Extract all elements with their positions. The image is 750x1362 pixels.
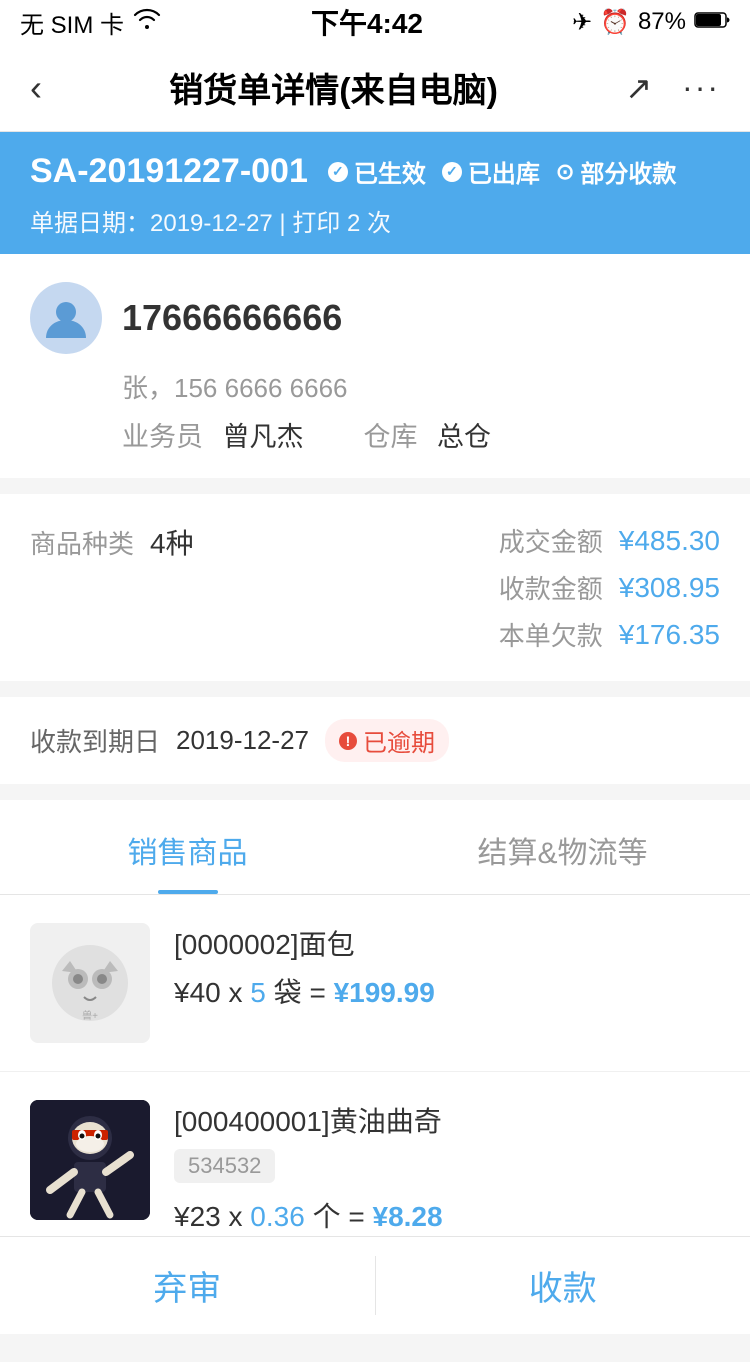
received-label: 收款金额 xyxy=(499,569,603,606)
back-button[interactable]: ‹ xyxy=(30,67,42,109)
sales-person-value: 曾凡杰 xyxy=(223,422,304,452)
stats-left: 商品种类 4种 xyxy=(30,522,194,566)
owed-value: ¥176.35 xyxy=(619,619,720,651)
header-banner: SA-20191227-001 ✓ 已生效 ✓ 已出库 ⊙ 部分收款 单据日期：… xyxy=(0,132,750,254)
tab-sales-label: 销售商品 xyxy=(128,837,248,870)
product-types-label: 商品种类 xyxy=(30,524,134,561)
product-2-qty: 0.36 xyxy=(250,1201,305,1232)
product-1-price: ¥40 x 5 袋 = ¥199.99 xyxy=(174,971,720,1011)
nav-bar: ‹ 销货单详情(来自电脑) ↗ ··· xyxy=(0,44,750,132)
product-2-price: ¥23 x 0.36 个 = ¥8.28 xyxy=(174,1195,720,1235)
product-1-total: ¥199.99 xyxy=(334,977,435,1008)
cancel-button[interactable]: 弃审 xyxy=(0,1237,375,1334)
bottom-bar: 弃审 收款 xyxy=(0,1236,750,1334)
order-id-row: SA-20191227-001 ✓ 已生效 ✓ 已出库 ⊙ 部分收款 xyxy=(30,152,720,191)
overdue-label: 已逾期 xyxy=(363,723,435,758)
section-divider xyxy=(0,784,750,800)
page-title: 销货单详情(来自电脑) xyxy=(169,63,498,112)
deal-amount-label: 成交金额 xyxy=(499,522,603,559)
tab-settlement-label: 结算&物流等 xyxy=(477,837,647,870)
cancel-label: 弃审 xyxy=(153,1261,221,1310)
received-value: ¥308.95 xyxy=(619,572,720,604)
status-right: ✈ ⏰ 87% xyxy=(572,8,730,37)
check-icon-2: ✓ xyxy=(442,162,462,182)
product-2-unit: 个 xyxy=(313,1201,341,1232)
svg-text:兽+: 兽+ xyxy=(82,1009,98,1022)
warehouse-label: 仓库 xyxy=(364,422,418,452)
location-icon: ✈ xyxy=(572,8,592,37)
product-types-value: 4种 xyxy=(150,522,194,562)
tab-settlement[interactable]: 结算&物流等 xyxy=(375,800,750,894)
customer-row: 17666666666 xyxy=(30,282,720,354)
share-icon[interactable]: ↗ xyxy=(625,69,652,107)
sim-status: 无 SIM 卡 xyxy=(20,5,124,40)
product-item: 兽+ [0000002]面包 ¥40 x 5 袋 = ¥199.99 xyxy=(0,895,750,1072)
warehouse-value: 总仓 xyxy=(437,422,491,452)
overdue-badge: ! 已逾期 xyxy=(325,719,449,762)
status-label-3: 部分收款 xyxy=(580,154,676,189)
deal-amount-value: ¥485.30 xyxy=(619,525,720,557)
tabs-section: 销售商品 结算&物流等 xyxy=(0,800,750,895)
battery-icon xyxy=(694,8,730,36)
product-1-unit: 袋 xyxy=(274,977,302,1008)
more-icon[interactable]: ··· xyxy=(682,69,720,106)
tab-sales[interactable]: 销售商品 xyxy=(0,800,375,894)
status-tags: ✓ 已生效 ✓ 已出库 ⊙ 部分收款 xyxy=(328,154,676,189)
warehouse-section: 仓库 总仓 xyxy=(364,415,492,454)
avatar xyxy=(30,282,102,354)
stats-right: 成交金额 ¥485.30 收款金额 ¥308.95 本单欠款 ¥176.35 xyxy=(499,522,720,653)
product-1-thumb: 兽+ xyxy=(30,923,150,1043)
customer-sub-info: 张，156 6666 6666 xyxy=(122,368,720,405)
status-bar: 无 SIM 卡 下午4:42 ✈ ⏰ 87% xyxy=(0,0,750,44)
order-id: SA-20191227-001 xyxy=(30,152,308,191)
check-icon-1: ✓ xyxy=(328,162,348,182)
customer-phone: 17666666666 xyxy=(122,297,342,339)
owed-amount-row: 本单欠款 ¥176.35 xyxy=(499,616,720,653)
customer-section: 17666666666 张，156 6666 6666 业务员 曾凡杰 仓库 总… xyxy=(0,254,750,478)
sales-person-label: 业务员 xyxy=(122,422,203,452)
stats-section: 商品种类 4种 成交金额 ¥485.30 收款金额 ¥308.95 本单欠款 ¥… xyxy=(0,494,750,681)
product-2-name: [000400001]黄油曲奇 xyxy=(174,1100,720,1140)
product-2-unit-price: ¥23 xyxy=(174,1201,221,1232)
alarm-icon: ⏰ xyxy=(600,8,630,37)
battery-level: 87% xyxy=(638,8,686,36)
product-2-total: ¥8.28 xyxy=(373,1201,443,1232)
sales-person-section: 业务员 曾凡杰 xyxy=(122,415,304,454)
status-partial-payment: ⊙ 部分收款 xyxy=(556,154,676,189)
header-meta: 单据日期：2019-12-27 | 打印 2 次 xyxy=(30,203,720,238)
status-left: 无 SIM 卡 xyxy=(20,5,162,40)
product-types-row: 商品种类 4种 xyxy=(30,522,194,562)
overdue-dot-icon: ! xyxy=(339,732,357,750)
customer-details: 业务员 曾凡杰 仓库 总仓 xyxy=(122,415,720,454)
product-1-unit-price: ¥40 xyxy=(174,977,221,1008)
product-2-thumb xyxy=(30,1100,150,1220)
due-section: 收款到期日 2019-12-27 ! 已逾期 xyxy=(0,697,750,784)
status-label-1: 已生效 xyxy=(354,154,426,189)
confirm-button[interactable]: 收款 xyxy=(376,1237,750,1334)
status-label-2: 已出库 xyxy=(468,154,540,189)
status-time: 下午4:42 xyxy=(311,2,423,42)
deal-amount-row: 成交金额 ¥485.30 xyxy=(499,522,720,559)
product-1-qty: 5 xyxy=(250,977,266,1008)
product-1-name: [0000002]面包 xyxy=(174,923,720,963)
due-date: 2019-12-27 xyxy=(176,725,309,756)
product-1-info: [0000002]面包 ¥40 x 5 袋 = ¥199.99 xyxy=(174,923,720,1011)
status-activated: ✓ 已生效 xyxy=(328,154,426,189)
due-label: 收款到期日 xyxy=(30,722,160,759)
nav-actions: ↗ ··· xyxy=(625,69,720,107)
owed-label: 本单欠款 xyxy=(499,616,603,653)
clock-icon: ⊙ xyxy=(556,159,574,185)
status-shipped: ✓ 已出库 xyxy=(442,154,540,189)
wifi-icon xyxy=(132,8,162,37)
confirm-label: 收款 xyxy=(529,1261,597,1310)
received-amount-row: 收款金额 ¥308.95 xyxy=(499,569,720,606)
product-2-info: [000400001]黄油曲奇 534532 ¥23 x 0.36 个 = ¥8… xyxy=(174,1100,720,1235)
product-list: 兽+ [0000002]面包 ¥40 x 5 袋 = ¥199.99 xyxy=(0,895,750,1264)
product-2-badge: 534532 xyxy=(174,1149,275,1183)
